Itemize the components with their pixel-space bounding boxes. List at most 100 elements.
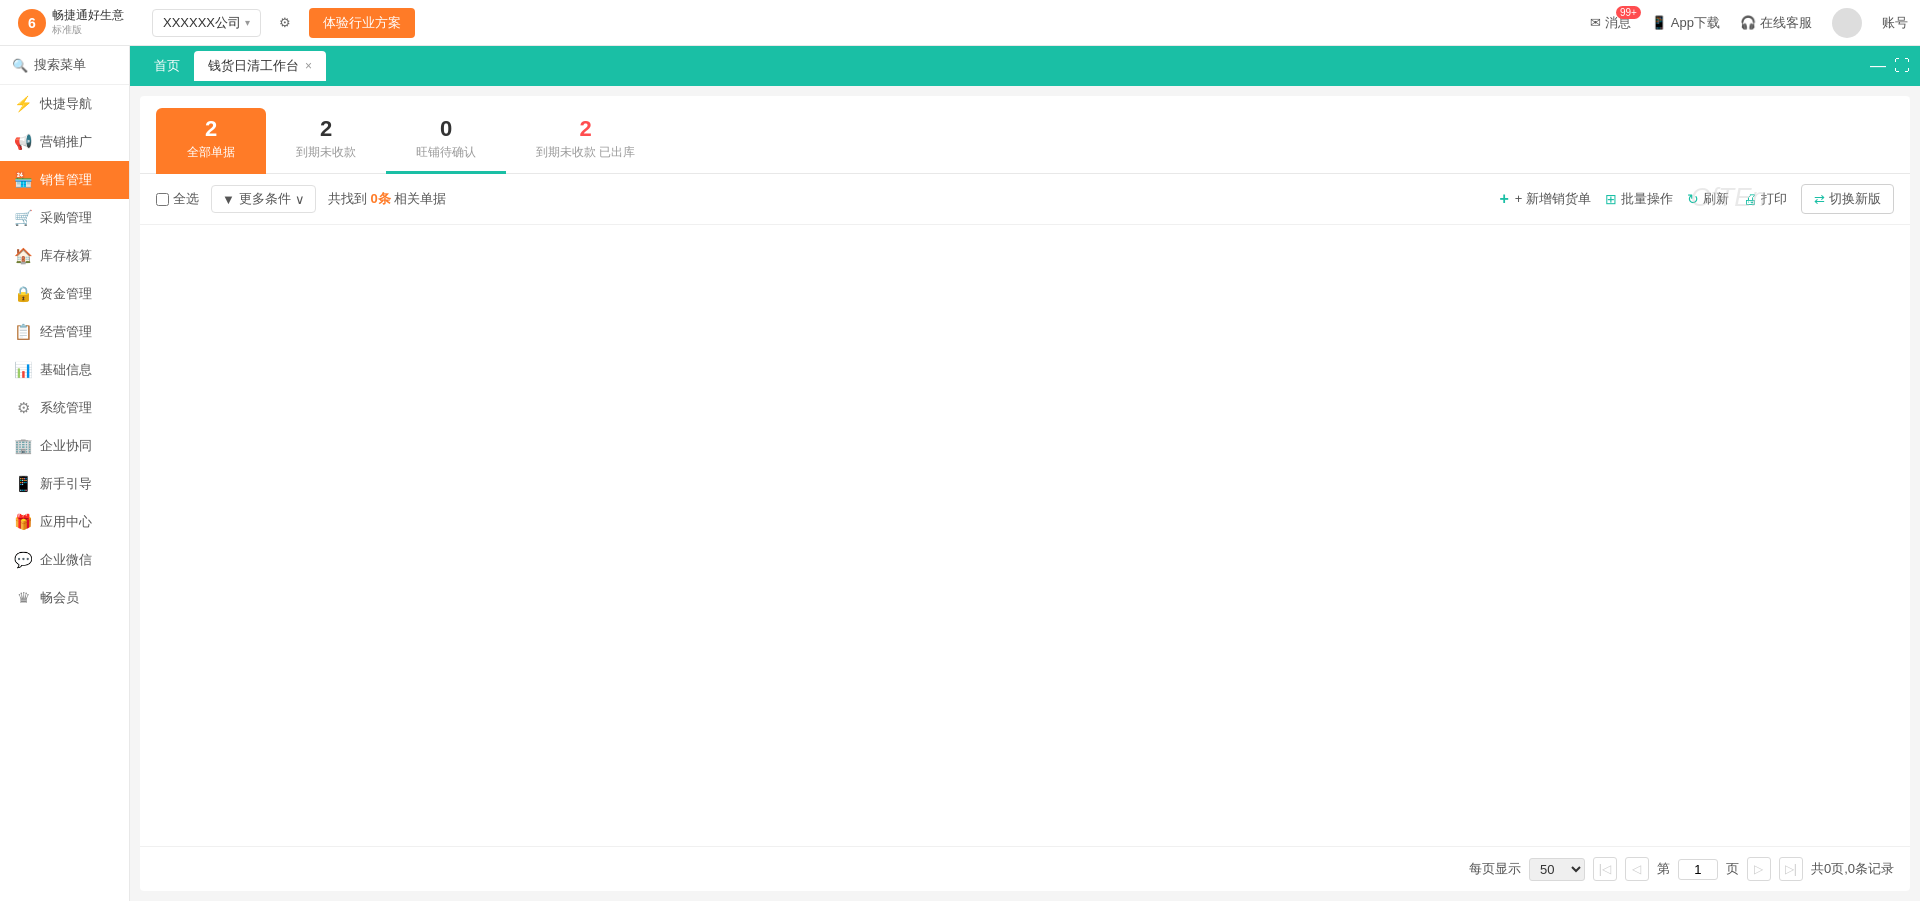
experience-button[interactable]: 体验行业方案 bbox=[309, 8, 415, 38]
message-button[interactable]: ✉ 消息 99+ bbox=[1590, 14, 1631, 32]
sidebar-item-label-app-center: 应用中心 bbox=[40, 513, 92, 531]
next-page-button[interactable]: ▷ bbox=[1747, 857, 1771, 881]
plus-icon: + bbox=[1499, 190, 1508, 208]
sidebar-item-label-enterprise-wechat: 企业微信 bbox=[40, 551, 92, 569]
chevron-down-icon: ▾ bbox=[245, 17, 250, 28]
tab-bar-actions: — ⛶ bbox=[1870, 57, 1910, 75]
sidebar-item-finance[interactable]: 🔒资金管理 bbox=[0, 275, 129, 313]
service-icon: 🎧 bbox=[1740, 15, 1756, 30]
message-icon: ✉ bbox=[1590, 15, 1601, 30]
app-download-button[interactable]: 📱 App下载 bbox=[1651, 14, 1720, 32]
sidebar-item-quick-nav[interactable]: ⚡快捷导航 bbox=[0, 85, 129, 123]
select-all-input[interactable] bbox=[156, 193, 169, 206]
last-page-button[interactable]: ▷| bbox=[1779, 857, 1803, 881]
company-selector[interactable]: XXXXXX公司 ▾ bbox=[152, 9, 261, 37]
batch-op-button[interactable]: ⊞ 批量操作 bbox=[1605, 190, 1673, 208]
sidebar-item-label-system: 系统管理 bbox=[40, 399, 92, 417]
sidebar-item-enterprise-wechat[interactable]: 💬 企业微信 bbox=[0, 541, 129, 579]
purchase-icon: 🛒 bbox=[14, 209, 32, 227]
company-name: XXXXXX公司 bbox=[163, 14, 241, 32]
stat-label-all: 全部单据 bbox=[187, 144, 235, 161]
sidebar-item-guide[interactable]: 📱新手引导 bbox=[0, 465, 129, 503]
filter-icon: ▼ bbox=[222, 192, 235, 207]
online-service-button[interactable]: 🎧 在线客服 bbox=[1740, 14, 1812, 32]
main-content: 2 全部单据 2 到期未收款 0 旺铺待确认 2 到期未收款 已出库 全选 ▼ … bbox=[130, 86, 1920, 901]
tab-cash-work[interactable]: 钱货日清工作台 × bbox=[194, 51, 326, 81]
tab-bar: 首页 钱货日清工作台 × — ⛶ bbox=[130, 46, 1920, 86]
sidebar-item-member[interactable]: ♛畅会员 bbox=[0, 579, 129, 617]
stat-tab-all[interactable]: 2 全部单据 bbox=[156, 108, 266, 174]
chevron-down-icon: ∨ bbox=[295, 192, 305, 207]
tab-close-icon[interactable]: × bbox=[305, 59, 312, 73]
stat-count-overdue-uncollected: 2 bbox=[320, 116, 332, 142]
result-count: 0条 bbox=[371, 191, 391, 206]
per-page-label: 每页显示 bbox=[1469, 860, 1521, 878]
print-button[interactable]: 🖨 打印 bbox=[1743, 190, 1787, 208]
content-area: 2 全部单据 2 到期未收款 0 旺铺待确认 2 到期未收款 已出库 全选 ▼ … bbox=[140, 96, 1910, 891]
print-icon: 🖨 bbox=[1743, 191, 1757, 207]
toolbar: 全选 ▼ 更多条件 ∨ 共找到 0条 相关单据 + + 新增销货单 ⊞ 批量操作 bbox=[140, 174, 1910, 225]
sidebar-search[interactable]: 🔍 搜索菜单 bbox=[0, 46, 129, 85]
refresh-label: 刷新 bbox=[1703, 190, 1729, 208]
sidebar-item-purchase[interactable]: 🛒采购管理 bbox=[0, 199, 129, 237]
page-label: 第 bbox=[1657, 860, 1670, 878]
stat-tab-wangpu-pending[interactable]: 0 旺铺待确认 bbox=[386, 108, 506, 174]
select-all-checkbox[interactable]: 全选 bbox=[156, 190, 199, 208]
sidebar-item-enterprise-coop[interactable]: 🏢企业协同 bbox=[0, 427, 129, 465]
stat-count-all: 2 bbox=[205, 116, 217, 142]
operations-icon: 📋 bbox=[14, 323, 32, 341]
message-badge: 99+ bbox=[1616, 6, 1641, 19]
header-right: ✉ 消息 99+ 📱 App下载 🎧 在线客服 账号 bbox=[1590, 8, 1908, 38]
sidebar: 畅捷通好生意 标准版 🔍 搜索菜单 ⚡快捷导航📢营销推广🏪销售管理🛒采购管理🏠库… bbox=[0, 0, 130, 901]
inventory-icon: 🏠 bbox=[14, 247, 32, 265]
tab-home-label: 首页 bbox=[154, 57, 180, 75]
stat-tab-overdue-unshipped[interactable]: 2 到期未收款 已出库 bbox=[506, 108, 665, 174]
tab-cash-work-label: 钱货日清工作台 bbox=[208, 57, 299, 75]
more-filters-button[interactable]: ▼ 更多条件 ∨ bbox=[211, 185, 316, 213]
top-header: 6 畅捷通好生意 标准版 XXXXXX公司 ▾ ⚙ 体验行业方案 ✉ 消息 99… bbox=[0, 0, 1920, 46]
page-input[interactable] bbox=[1678, 859, 1718, 880]
basic-info-icon: 📊 bbox=[14, 361, 32, 379]
sidebar-item-basic-info[interactable]: 📊 基础信息 bbox=[0, 351, 129, 389]
pagination: 每页显示 50 100 |◁ ◁ 第 页 ▷ ▷| 共0页,0条记录 bbox=[140, 846, 1910, 891]
per-page-select[interactable]: 50 100 bbox=[1529, 858, 1585, 881]
print-label: 打印 bbox=[1761, 190, 1787, 208]
switch-version-button[interactable]: ⇄ 切换新版 bbox=[1801, 184, 1894, 214]
stat-count-overdue-unshipped: 2 bbox=[580, 116, 592, 142]
batch-icon: ⊞ bbox=[1605, 191, 1617, 207]
avatar[interactable] bbox=[1832, 8, 1862, 38]
settings-button[interactable]: ⚙ bbox=[271, 9, 299, 37]
batch-op-label: 批量操作 bbox=[1621, 190, 1673, 208]
switch-icon: ⇄ bbox=[1814, 192, 1825, 207]
finance-icon: 🔒 bbox=[14, 285, 32, 303]
stat-tab-overdue-uncollected[interactable]: 2 到期未收款 bbox=[266, 108, 386, 174]
first-page-button[interactable]: |◁ bbox=[1593, 857, 1617, 881]
tab-minimize-icon[interactable]: — bbox=[1870, 57, 1886, 75]
sidebar-item-app-center[interactable]: 🎁 应用中心 bbox=[0, 503, 129, 541]
enterprise-coop-icon: 🏢 bbox=[14, 437, 32, 455]
prev-page-button[interactable]: ◁ bbox=[1625, 857, 1649, 881]
stat-count-wangpu-pending: 0 bbox=[440, 116, 452, 142]
total-label: 共0页,0条记录 bbox=[1811, 860, 1894, 878]
sidebar-item-label-inventory: 库存核算 bbox=[40, 247, 92, 265]
add-sale-button[interactable]: + + 新增销货单 bbox=[1499, 190, 1591, 208]
result-text: 共找到 0条 相关单据 bbox=[328, 190, 446, 208]
sidebar-item-system[interactable]: ⚙系统管理 bbox=[0, 389, 129, 427]
sidebar-item-inventory[interactable]: 🏠 库存核算 bbox=[0, 237, 129, 275]
tab-expand-icon[interactable]: ⛶ bbox=[1894, 57, 1910, 75]
sidebar-items: ⚡快捷导航📢营销推广🏪销售管理🛒采购管理 🏠 库存核算 🔒资金管理📋经营管理 📊 基础信息… bbox=[0, 85, 129, 617]
toolbar-right: + + 新增销货单 ⊞ 批量操作 ↻ 刷新 🖨 打印 ⇄ 切换新版 bbox=[1499, 184, 1894, 214]
sidebar-item-label-basic-info: 基础信息 bbox=[40, 361, 92, 379]
sidebar-item-label-guide: 新手引导 bbox=[40, 475, 92, 493]
refresh-button[interactable]: ↻ 刷新 bbox=[1687, 190, 1729, 208]
app-center-icon: 🎁 bbox=[14, 513, 32, 531]
tab-home[interactable]: 首页 bbox=[140, 51, 194, 81]
app-version: 标准版 bbox=[52, 23, 124, 37]
add-sale-label: + 新增销货单 bbox=[1515, 190, 1591, 208]
sidebar-item-operations[interactable]: 📋经营管理 bbox=[0, 313, 129, 351]
gear-icon: ⚙ bbox=[279, 15, 291, 30]
sidebar-item-marketing[interactable]: 📢营销推广 bbox=[0, 123, 129, 161]
more-filters-label: 更多条件 bbox=[239, 190, 291, 208]
enterprise-wechat-icon: 💬 bbox=[14, 551, 32, 569]
sidebar-item-sales[interactable]: 🏪销售管理 bbox=[0, 161, 129, 199]
